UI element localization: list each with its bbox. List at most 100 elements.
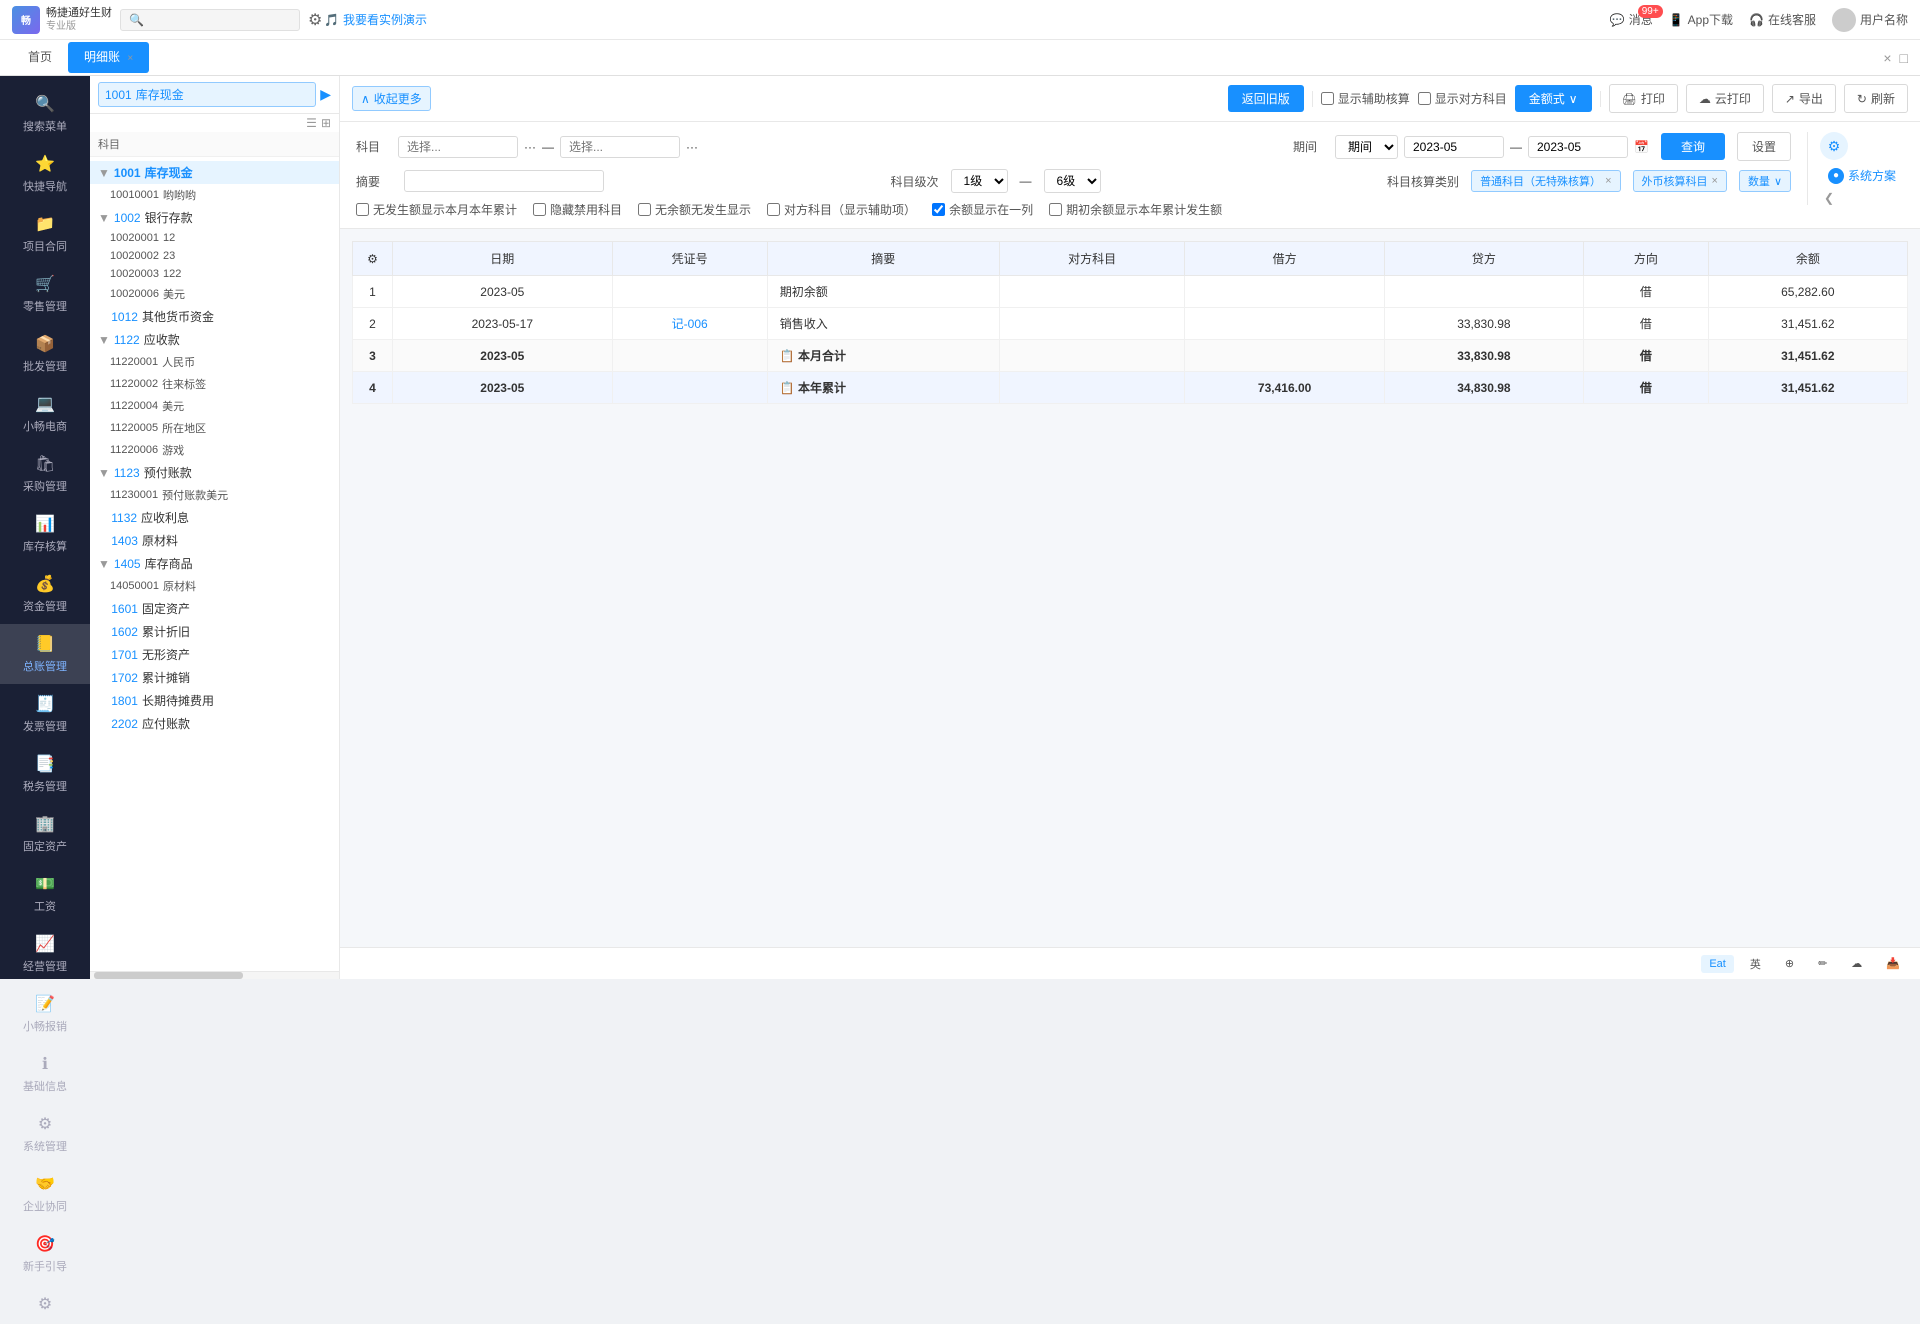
table-settings-icon[interactable]: ⚙ bbox=[367, 252, 378, 266]
lang-btn[interactable]: 英 bbox=[1742, 953, 1769, 975]
opposite-check[interactable] bbox=[767, 203, 780, 216]
tree-node-10010001[interactable]: 10010001 哟哟哟 bbox=[90, 184, 339, 206]
no-amount-check[interactable] bbox=[638, 203, 651, 216]
restore-btn[interactable]: □ bbox=[1900, 50, 1908, 66]
sidebar-item-search[interactable]: 🔍 搜索菜单 bbox=[0, 84, 90, 144]
balance-inline-checkbox[interactable]: 余额显示在一列 bbox=[932, 201, 1033, 218]
tree-node-2202[interactable]: ▶ 2202 应付账款 bbox=[90, 712, 339, 735]
sidebar-item-invoice[interactable]: 🧾 发票管理 bbox=[0, 684, 90, 744]
tree-node-1801[interactable]: ▶ 1801 长期待摊费用 bbox=[90, 689, 339, 712]
sidebar-item-tax[interactable]: 📑 税务管理 bbox=[0, 744, 90, 804]
tree-node-10020006[interactable]: 10020006 美元 bbox=[90, 283, 339, 305]
eat-btn[interactable]: Eat bbox=[1701, 955, 1734, 973]
sidebar-item-system[interactable]: ⚙ 系统管理 bbox=[0, 1104, 90, 1164]
sidebar-item-operation[interactable]: 📈 经营管理 bbox=[0, 924, 90, 984]
tree-expand-icon[interactable]: ⊞ bbox=[321, 116, 331, 130]
export-btn[interactable]: ↗ 导出 bbox=[1772, 84, 1836, 113]
tree-scroll-x[interactable] bbox=[90, 971, 339, 979]
sidebar-item-wholesale[interactable]: 📦 批发管理 bbox=[0, 324, 90, 384]
sidebar-item-fund[interactable]: 💰 资金管理 bbox=[0, 564, 90, 624]
add-btn[interactable]: ⊕ bbox=[1777, 954, 1802, 973]
account-type-tag-3[interactable]: 数量 ∨ bbox=[1739, 170, 1791, 192]
show-aux-checkbox[interactable]: 显示辅助核算 bbox=[1321, 90, 1410, 107]
th-settings[interactable]: ⚙ bbox=[353, 242, 393, 276]
sidebar-item-project[interactable]: 📁 项目合同 bbox=[0, 204, 90, 264]
tab-home[interactable]: 首页 bbox=[12, 42, 68, 73]
settings-gear-icon[interactable]: ⚙ bbox=[308, 12, 322, 29]
cloud-print-btn[interactable]: ☁ 云打印 bbox=[1686, 84, 1764, 113]
voucher-link-2[interactable]: 记-006 bbox=[672, 317, 708, 331]
download-bottom-btn[interactable]: 📥 bbox=[1878, 954, 1908, 973]
opening-balance-checkbox[interactable]: 期初余额显示本年累计发生额 bbox=[1049, 201, 1222, 218]
calendar-icon[interactable]: 📅 bbox=[1634, 140, 1649, 154]
return-old-btn[interactable]: 返回旧版 bbox=[1228, 85, 1304, 112]
collapse-btn[interactable]: ∧ 收起更多 bbox=[352, 86, 431, 111]
sidebar-item-agreement[interactable]: 🤝 企业协同 bbox=[0, 1164, 90, 1224]
account-level-end-select[interactable]: 6级 bbox=[1044, 169, 1101, 193]
account-level-start-select[interactable]: 1级 bbox=[951, 169, 1008, 193]
sidebar-item-retail[interactable]: 🛒 零售管理 bbox=[0, 264, 90, 324]
summary-input[interactable] bbox=[404, 170, 604, 192]
account-type-tag-2[interactable]: 外币核算科目 × bbox=[1633, 170, 1727, 192]
sidebar-item-guide[interactable]: 🎯 新手引导 bbox=[0, 1224, 90, 1284]
edit-btn[interactable]: ✏ bbox=[1810, 954, 1835, 973]
setup-icon-btn[interactable]: ⚙ bbox=[1820, 132, 1848, 160]
account-start-input[interactable] bbox=[398, 136, 518, 158]
tag-dropdown-3[interactable]: ∨ bbox=[1774, 175, 1782, 188]
period-start-input[interactable] bbox=[1404, 136, 1504, 158]
app-download-item[interactable]: 📱 App下载 bbox=[1669, 11, 1733, 28]
show-opposite-check[interactable] bbox=[1418, 92, 1431, 105]
no-balance-checkbox[interactable]: 无发生额显示本月本年累计 bbox=[356, 201, 517, 218]
period-end-input[interactable] bbox=[1528, 136, 1628, 158]
cloud-btn[interactable]: ☁ bbox=[1843, 954, 1870, 973]
tree-node-11220004[interactable]: 11220004 美元 bbox=[90, 395, 339, 417]
tree-node-14050001[interactable]: 14050001 原材料 bbox=[90, 575, 339, 597]
show-opposite-checkbox[interactable]: 显示对方科目 bbox=[1418, 90, 1507, 107]
tree-node-1123[interactable]: ▼ 1123 预付账款 bbox=[90, 461, 339, 484]
settings-btn-filter[interactable]: 设置 bbox=[1737, 132, 1791, 161]
tree-node-1001[interactable]: ▼ 1001 库存现金 bbox=[90, 161, 339, 184]
sidebar-item-ecommerce[interactable]: 💻 小畅电商 bbox=[0, 384, 90, 444]
online-service-item[interactable]: 🎧 在线客服 bbox=[1749, 11, 1816, 28]
hide-disabled-check[interactable] bbox=[533, 203, 546, 216]
tree-node-11220001[interactable]: 11220001 人民币 bbox=[90, 351, 339, 373]
no-amount-checkbox[interactable]: 无余额无发生显示 bbox=[638, 201, 751, 218]
sidebar-item-salary[interactable]: 💵 工资 bbox=[0, 864, 90, 924]
account-type-tag-1[interactable]: 普通科目（无特殊核算） × bbox=[1471, 170, 1620, 192]
tree-node-1701[interactable]: ▶ 1701 无形资产 bbox=[90, 643, 339, 666]
tree-node-11230001[interactable]: 11230001 预付账款美元 bbox=[90, 484, 339, 506]
sidebar-item-sales-report[interactable]: 📝 小畅报销 bbox=[0, 984, 90, 1044]
tree-node-1702[interactable]: ▶ 1702 累计摊销 bbox=[90, 666, 339, 689]
sidebar-item-inventory[interactable]: 📊 库存核算 bbox=[0, 504, 90, 564]
tree-node-1132[interactable]: ▶ 1132 应收利息 bbox=[90, 506, 339, 529]
message-item[interactable]: 💬 消息 99+ bbox=[1610, 11, 1653, 28]
no-balance-check[interactable] bbox=[356, 203, 369, 216]
refresh-btn[interactable]: ↻ 刷新 bbox=[1844, 84, 1908, 113]
tree-list-icon[interactable]: ☰ bbox=[306, 116, 317, 130]
account-end-input[interactable] bbox=[560, 136, 680, 158]
tree-node-1601[interactable]: ▶ 1601 固定资产 bbox=[90, 597, 339, 620]
scheme-btn[interactable]: ● 系统方案 bbox=[1820, 164, 1904, 187]
close-window-btn[interactable]: × bbox=[1883, 50, 1891, 66]
tree-node-1012[interactable]: ▶ 1012 其他货币资金 bbox=[90, 305, 339, 328]
tree-node-1002[interactable]: ▼ 1002 银行存款 bbox=[90, 206, 339, 229]
show-aux-check[interactable] bbox=[1321, 92, 1334, 105]
user-item[interactable]: 用户名称 bbox=[1832, 8, 1908, 32]
sidebar-item-purchase[interactable]: 🛍 采购管理 bbox=[0, 444, 90, 504]
balance-inline-check[interactable] bbox=[932, 203, 945, 216]
top-search-box[interactable]: 🔍 bbox=[120, 9, 300, 31]
sidebar-item-base-info[interactable]: ℹ 基础信息 bbox=[0, 1044, 90, 1104]
sidebar-item-fixed-assets[interactable]: 🏢 固定资产 bbox=[0, 804, 90, 864]
tree-node-11220005[interactable]: 11220005 所在地区 bbox=[90, 417, 339, 439]
sidebar-item-quick-nav[interactable]: ⭐ 快捷导航 bbox=[0, 144, 90, 204]
sidebar-item-settings[interactable]: ⚙ bbox=[38, 1284, 52, 1324]
hide-disabled-checkbox[interactable]: 隐藏禁用科目 bbox=[533, 201, 622, 218]
tree-node-1122[interactable]: ▼ 1122 应收款 bbox=[90, 328, 339, 351]
account-nav-right[interactable]: ▶ bbox=[320, 86, 331, 103]
tree-node-1405[interactable]: ▼ 1405 库存商品 bbox=[90, 552, 339, 575]
period-type-select[interactable]: 期间 bbox=[1335, 135, 1398, 159]
demo-link[interactable]: 🎵 我要看实例演示 bbox=[324, 11, 1610, 28]
tree-node-1602[interactable]: ▶ 1602 累计折旧 bbox=[90, 620, 339, 643]
tab-ledger-close[interactable]: × bbox=[127, 53, 133, 64]
cell-voucher-2[interactable]: 记-006 bbox=[612, 308, 767, 340]
